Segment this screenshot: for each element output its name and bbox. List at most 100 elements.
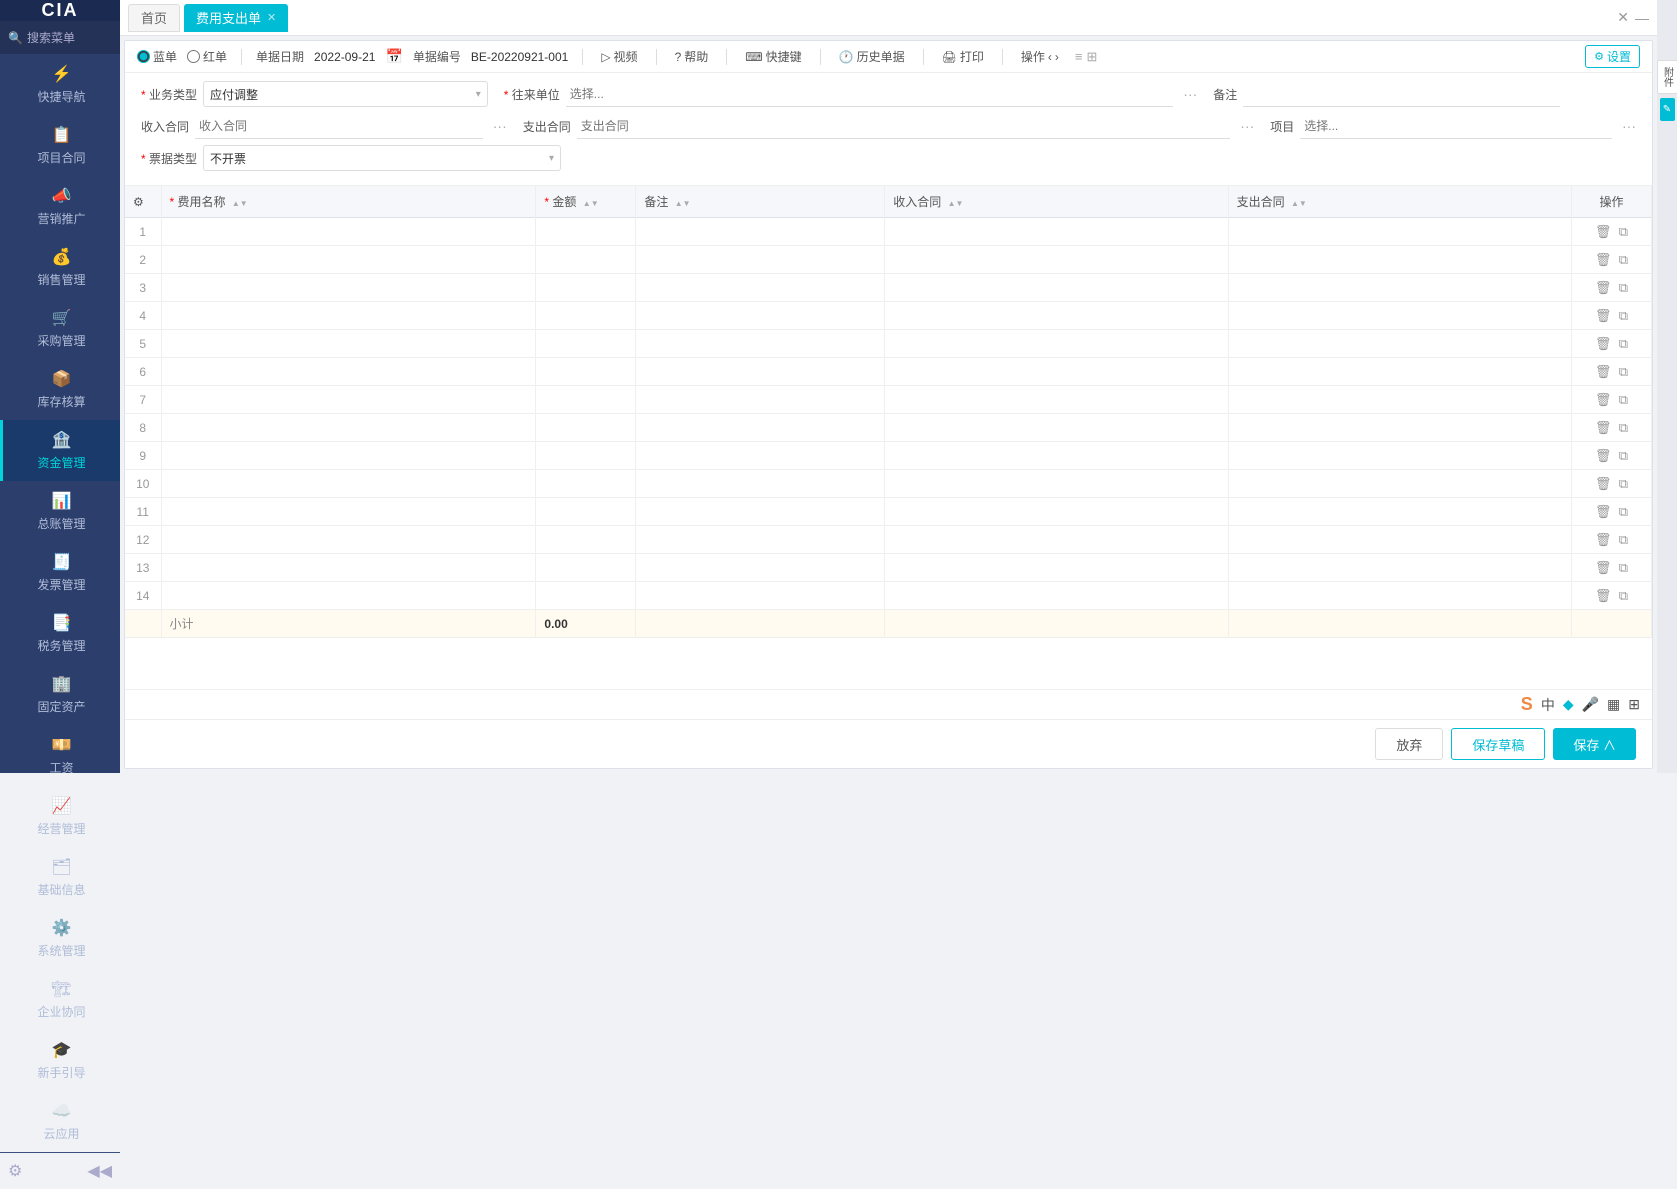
sort-amount-icon[interactable]: ▲▼: [583, 200, 599, 208]
list-view-icon[interactable]: ≡: [1075, 49, 1083, 64]
partner-more-icon[interactable]: ···: [1183, 86, 1197, 102]
copy-icon[interactable]: ⧉: [1619, 476, 1628, 491]
amount-cell[interactable]: [536, 498, 636, 526]
remark-input[interactable]: [1243, 81, 1560, 107]
remark-cell[interactable]: [636, 554, 885, 582]
diamond-icon[interactable]: ◆: [1563, 696, 1574, 713]
sidebar-item-cloud[interactable]: ☁️ 云应用: [0, 1091, 120, 1152]
expense-name-cell[interactable]: [161, 386, 536, 414]
delete-icon[interactable]: 🗑: [1595, 308, 1612, 323]
tab-close-icon[interactable]: ✕: [267, 11, 276, 24]
expense-contract-cell[interactable]: [1228, 274, 1571, 302]
amount-cell[interactable]: [536, 246, 636, 274]
expense-name-cell[interactable]: [161, 582, 536, 610]
expense-contract-cell[interactable]: [1228, 246, 1571, 274]
copy-icon[interactable]: ⧉: [1619, 448, 1628, 463]
expense-name-cell[interactable]: [161, 414, 536, 442]
save-button[interactable]: 保存 ∧: [1553, 728, 1636, 760]
col-settings[interactable]: ⚙: [125, 186, 161, 218]
attachment-tab[interactable]: 附件: [1657, 60, 1677, 94]
expense-name-cell[interactable]: [161, 442, 536, 470]
copy-icon[interactable]: ⧉: [1619, 224, 1628, 239]
remark-cell[interactable]: [636, 414, 885, 442]
operation-btn[interactable]: 操作 ‹ ›: [1017, 46, 1063, 67]
remark-cell[interactable]: [636, 386, 885, 414]
sidebar-item-purchase[interactable]: 🛒 采购管理: [0, 298, 120, 359]
delete-icon[interactable]: 🗑: [1595, 252, 1612, 267]
remark-cell[interactable]: [636, 302, 885, 330]
sort-icon[interactable]: ▲▼: [232, 200, 248, 208]
active-right-tab[interactable]: ✎: [1660, 98, 1675, 121]
expense-contract-cell[interactable]: [1228, 442, 1571, 470]
income-contract-cell[interactable]: [885, 330, 1228, 358]
grid-icon[interactable]: ⊞: [1628, 696, 1640, 713]
sort-remark-icon[interactable]: ▲▼: [675, 200, 691, 208]
amount-cell[interactable]: [536, 442, 636, 470]
income-contract-cell[interactable]: [885, 526, 1228, 554]
sidebar-item-basic[interactable]: 🗂 基础信息: [0, 847, 120, 908]
copy-icon[interactable]: ⧉: [1619, 532, 1628, 547]
remark-cell[interactable]: [636, 470, 885, 498]
invoice-type-input[interactable]: 不开票 ▾: [203, 145, 561, 171]
sidebar-item-accounting[interactable]: 📊 总账管理: [0, 481, 120, 542]
remark-cell[interactable]: [636, 274, 885, 302]
expense-contract-cell[interactable]: [1228, 386, 1571, 414]
business-type-input[interactable]: 应付调整 ▾: [203, 81, 488, 107]
remark-cell[interactable]: [636, 218, 885, 246]
copy-icon[interactable]: ⧉: [1619, 280, 1628, 295]
sidebar-item-project-contract[interactable]: 📋 项目合同: [0, 115, 120, 176]
sidebar-item-salary[interactable]: 💴 工资: [0, 725, 120, 786]
mic-icon[interactable]: 🎤: [1582, 696, 1599, 713]
copy-icon[interactable]: ⧉: [1619, 252, 1628, 267]
expense-name-cell[interactable]: [161, 330, 536, 358]
amount-cell[interactable]: [536, 526, 636, 554]
income-contract-cell[interactable]: [885, 554, 1228, 582]
copy-icon[interactable]: ⧉: [1619, 420, 1628, 435]
expense-name-cell[interactable]: [161, 218, 536, 246]
sidebar-item-tax[interactable]: 📑 税务管理: [0, 603, 120, 664]
remark-cell[interactable]: [636, 526, 885, 554]
project-more-icon[interactable]: ···: [1622, 118, 1636, 134]
copy-icon[interactable]: ⧉: [1619, 560, 1628, 575]
amount-cell[interactable]: [536, 358, 636, 386]
delete-icon[interactable]: 🗑: [1595, 336, 1612, 351]
copy-icon[interactable]: ⧉: [1619, 504, 1628, 519]
history-btn[interactable]: 🕐 历史单据: [835, 46, 909, 67]
copy-icon[interactable]: ⧉: [1619, 364, 1628, 379]
income-contract-cell[interactable]: [885, 470, 1228, 498]
save-draft-button[interactable]: 保存草稿: [1451, 728, 1545, 760]
sidebar-item-fixed-assets[interactable]: 🏢 固定资产: [0, 664, 120, 725]
tab-expense[interactable]: 费用支出单 ✕: [184, 4, 288, 32]
remark-cell[interactable]: [636, 358, 885, 386]
sidebar-item-marketing[interactable]: 📣 营销推广: [0, 176, 120, 237]
amount-cell[interactable]: [536, 330, 636, 358]
income-contract-cell[interactable]: [885, 582, 1228, 610]
expense-contract-cell[interactable]: [1228, 554, 1571, 582]
sidebar-item-newbie[interactable]: 🎓 新手引导: [0, 1030, 120, 1091]
remark-cell[interactable]: [636, 442, 885, 470]
delete-icon[interactable]: 🗑: [1595, 224, 1612, 239]
amount-cell[interactable]: [536, 470, 636, 498]
table-settings-icon[interactable]: ⚙: [133, 195, 144, 209]
income-contract-cell[interactable]: [885, 246, 1228, 274]
copy-icon[interactable]: ⧉: [1619, 588, 1628, 603]
expense-name-cell[interactable]: [161, 246, 536, 274]
copy-icon[interactable]: ⧉: [1619, 392, 1628, 407]
window-close-icon[interactable]: ✕: [1617, 9, 1629, 26]
expense-contract-cell[interactable]: [1228, 218, 1571, 246]
delete-icon[interactable]: 🗑: [1595, 532, 1612, 547]
copy-icon[interactable]: ⧉: [1619, 336, 1628, 351]
amount-cell[interactable]: [536, 274, 636, 302]
amount-cell[interactable]: [536, 582, 636, 610]
expense-name-cell[interactable]: [161, 274, 536, 302]
remark-cell[interactable]: [636, 330, 885, 358]
sidebar-search[interactable]: 🔍 搜索菜单: [0, 21, 120, 54]
sort-income-icon[interactable]: ▲▼: [948, 200, 964, 208]
expense-contract-cell[interactable]: [1228, 302, 1571, 330]
sidebar-item-enterprise[interactable]: 🏗 企业协同: [0, 969, 120, 1030]
income-contract-cell[interactable]: [885, 274, 1228, 302]
blue-radio[interactable]: [137, 50, 150, 63]
expense-contract-cell[interactable]: [1228, 582, 1571, 610]
amount-cell[interactable]: [536, 302, 636, 330]
sidebar-item-system[interactable]: ⚙️ 系统管理: [0, 908, 120, 969]
